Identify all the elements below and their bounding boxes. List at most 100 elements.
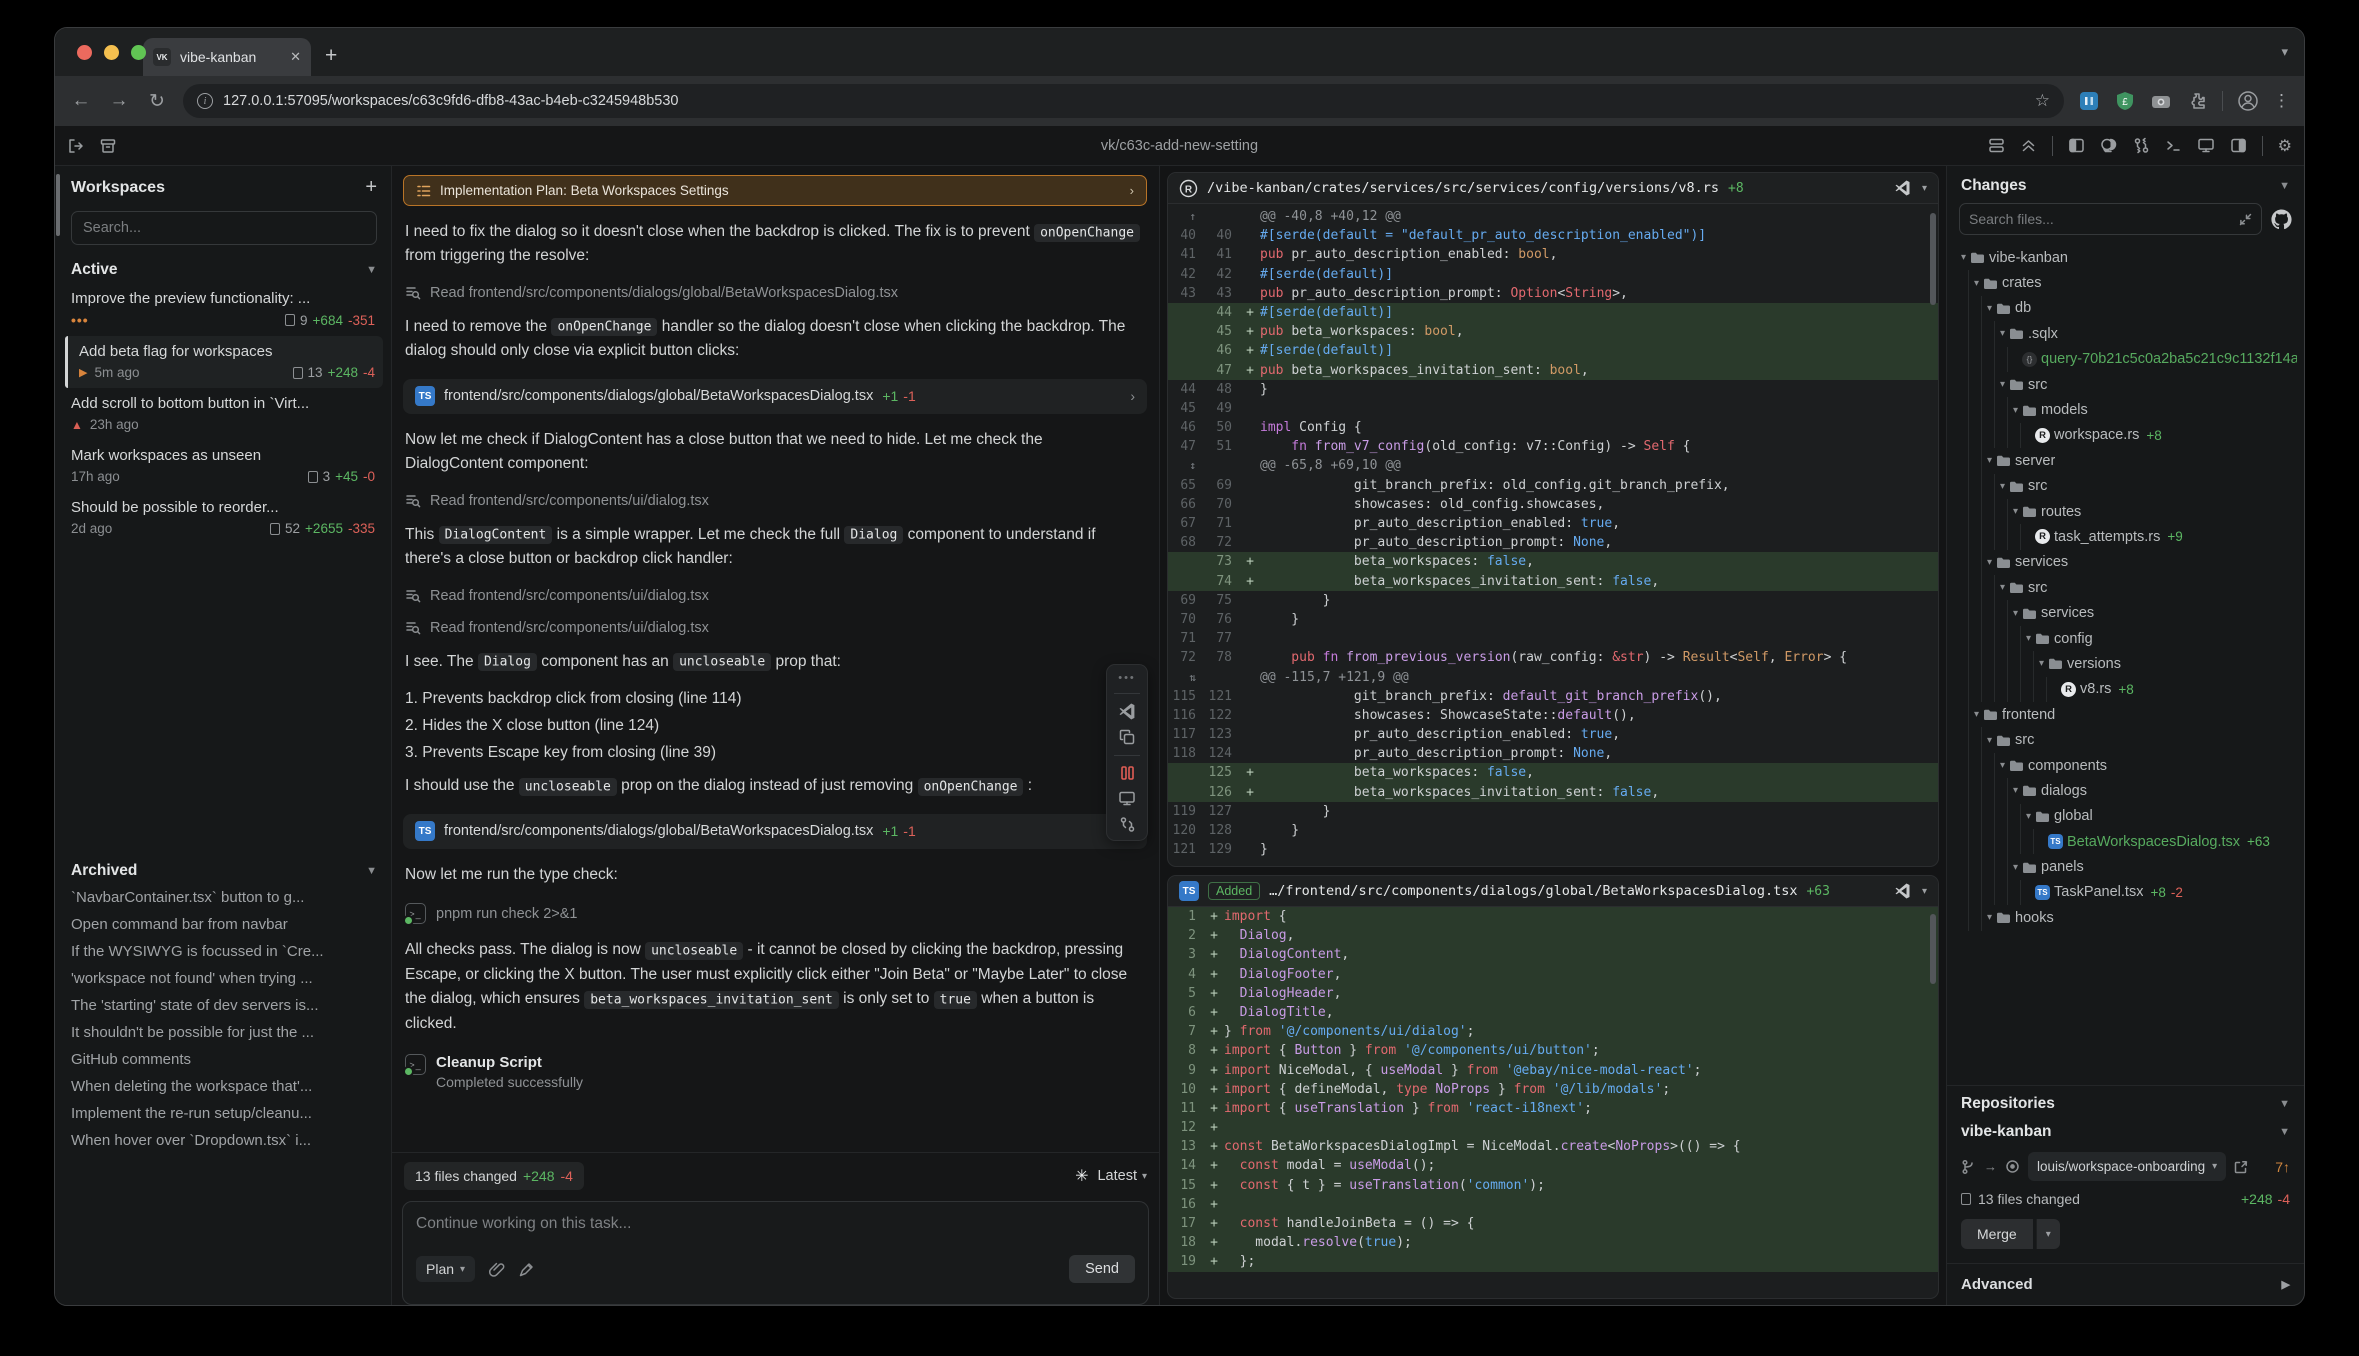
minimize-window-button[interactable]	[104, 45, 119, 60]
vscode-icon[interactable]	[1119, 703, 1136, 720]
vscode-icon[interactable]	[1895, 180, 1911, 196]
archived-item[interactable]: `NavbarContainer.tsx` button to g...	[71, 884, 377, 911]
tree-folder[interactable]: ▾ dialogs	[1947, 778, 2304, 804]
diff-header[interactable]: TS Added …/frontend/src/components/dialo…	[1168, 876, 1938, 907]
tree-folder[interactable]: ▾ src	[1947, 575, 2304, 601]
file-change-card[interactable]: TS frontend/src/components/dialogs/globa…	[403, 378, 1147, 414]
changes-collapse-icon[interactable]: ▼	[2279, 180, 2290, 192]
bookmark-star-icon[interactable]: ☆	[2035, 91, 2050, 111]
file-change-card[interactable]: TS frontend/src/components/dialogs/globa…	[403, 813, 1147, 849]
vscode-icon[interactable]	[1895, 883, 1911, 899]
pen-icon[interactable]	[518, 1261, 535, 1278]
tree-folder[interactable]: ▾ components	[1947, 752, 2304, 779]
tree-folder[interactable]: ▾ services	[1947, 549, 2304, 576]
workspace-item[interactable]: Improve the preview functionality: ... ••…	[65, 283, 383, 336]
archived-item[interactable]: If the WYSIWYG is focussed in `Cre...	[71, 938, 377, 965]
site-info-icon[interactable]: i	[197, 93, 213, 109]
archive-box-icon[interactable]	[99, 137, 117, 155]
tree-folder[interactable]: ▾ services	[1947, 600, 2304, 626]
extensions-puzzle-icon[interactable]	[2186, 90, 2208, 112]
collapse-arrows-icon[interactable]	[2239, 213, 2252, 226]
message-input[interactable]	[416, 1215, 1135, 1233]
tree-folder[interactable]: ▾ versions	[1947, 651, 2304, 677]
diff-line[interactable]: 72 78 pub fn from_previous_version(raw_co…	[1168, 648, 1938, 667]
diff-lines-v8[interactable]: ↑ @@ -40,8 +40,12 @@ 40 40 #[serde(default =…	[1168, 204, 1938, 859]
diff-line[interactable]: 15 + const { t } = useTranslation('common…	[1168, 1175, 1938, 1195]
exit-fullscreen-icon[interactable]	[67, 137, 85, 155]
mode-selector[interactable]: Plan ▾	[416, 1256, 476, 1282]
read-file-row[interactable]: Read frontend/src/components/dialogs/glo…	[405, 285, 1145, 301]
file-search-box[interactable]	[1959, 203, 2262, 235]
diff-line[interactable]: 4 + DialogFooter,	[1168, 964, 1938, 984]
panel-right-icon[interactable]	[2230, 137, 2247, 154]
tree-folder[interactable]: ▾ routes	[1947, 498, 2304, 525]
copy-icon[interactable]	[1119, 729, 1136, 746]
diff-lines-dialog[interactable]: 1 + import {2 + Dialog, 3 + DialogContent, 4 + …	[1168, 907, 1938, 1272]
files-changed-chip[interactable]: 13 files changed +248 -4	[404, 1162, 584, 1190]
diff-line[interactable]: 126 + beta_workspaces_invitation_sent: fa…	[1168, 782, 1938, 802]
diff-hunk-header[interactable]: ⇅ @@ -115,7 +121,9 @@	[1168, 668, 1938, 687]
reload-icon[interactable]: ↻	[145, 90, 169, 113]
archived-item[interactable]: The 'starting' state of dev servers is..…	[71, 992, 377, 1019]
read-file-row[interactable]: Read frontend/src/components/ui/dialog.t…	[405, 620, 1145, 636]
diff-line[interactable]: 11 + import { useTranslation } from 'react…	[1168, 1098, 1938, 1119]
diff-line[interactable]: 44 + #[serde(default)]	[1168, 302, 1938, 323]
tree-file[interactable]: TS TaskPanel.tsx +8 -2	[1947, 879, 2304, 906]
read-file-row[interactable]: Read frontend/src/components/ui/dialog.t…	[405, 588, 1145, 604]
git-compare-icon[interactable]	[1119, 816, 1136, 833]
extension-blue-icon[interactable]	[2078, 90, 2100, 112]
tree-folder[interactable]: ▾ panels	[1947, 854, 2304, 880]
diff-line[interactable]: 125 + beta_workspaces: false,	[1168, 763, 1938, 783]
diff-line[interactable]: 121 129}	[1168, 840, 1938, 859]
tree-folder[interactable]: ▾ src	[1947, 727, 2304, 753]
archived-item[interactable]: 'workspace not found' when trying ...	[71, 965, 377, 992]
tree-folder[interactable]: ▾ src	[1947, 473, 2304, 499]
merge-options-button[interactable]: ▾	[2035, 1219, 2060, 1249]
implementation-plan-banner[interactable]: Implementation Plan: Beta Workspaces Set…	[403, 175, 1147, 206]
tree-file[interactable]: {}query-70b21c5c0a2ba5c21c9c1132f14a68..…	[1947, 346, 2304, 372]
diff-line[interactable]: 69 75 }	[1168, 591, 1938, 610]
diff-hunk-header[interactable]: ↕ @@ -65,8 +69,10 @@	[1168, 456, 1938, 475]
diff-line[interactable]: 41 41 pub pr_auto_description_enabled: boo…	[1168, 245, 1938, 264]
diff-line[interactable]: 73 + beta_workspaces: false,	[1168, 552, 1938, 572]
diff-line[interactable]: 10 + import { defineModal, type NoProps } …	[1168, 1079, 1938, 1099]
diff-line[interactable]: 116 122 showcases: ShowcaseState::default…	[1168, 706, 1938, 725]
diff-line[interactable]: 67 71 pr_auto_description_enabled: true,	[1168, 514, 1938, 533]
tree-folder[interactable]: ▾ db	[1947, 295, 2304, 322]
tree-folder[interactable]: ▾ models	[1947, 397, 2304, 423]
diff-line[interactable]: 9 + import NiceModal, { useModal } from '@…	[1168, 1060, 1938, 1080]
pause-icon[interactable]	[1120, 765, 1135, 781]
diff-line[interactable]: 47 51 fn from_v7_config(old_config: v7::C…	[1168, 437, 1938, 456]
profile-avatar-icon[interactable]	[2237, 90, 2259, 112]
sidebar-scrollbar[interactable]	[56, 174, 60, 236]
diff-line[interactable]: 47 + pub beta_workspaces_invitation_sent: …	[1168, 360, 1938, 380]
monitor-icon[interactable]	[2197, 137, 2215, 154]
workspace-item[interactable]: Mark workspaces as unseen 17h ago 3 +45 -0	[65, 440, 383, 492]
extension-camera-icon[interactable]	[2150, 90, 2172, 112]
active-collapse-icon[interactable]: ▼	[366, 264, 377, 276]
diff-line[interactable]: 2 + Dialog,	[1168, 926, 1938, 946]
diff-line[interactable]: 74 + beta_workspaces_invitation_sent: fal…	[1168, 571, 1938, 591]
terminal-command-row[interactable]: >_ pnpm run check 2>&1	[403, 903, 1145, 927]
tree-file[interactable]: Rtask_attempts.rs +9	[1947, 524, 2304, 550]
diff-line[interactable]: 70 76 }	[1168, 610, 1938, 629]
drag-handle-icon[interactable]: •••	[1118, 672, 1136, 684]
spark-icon[interactable]: ✳	[1075, 1166, 1088, 1186]
diff-scrollbar[interactable]	[1930, 914, 1936, 984]
panel-left-icon[interactable]	[2068, 137, 2085, 154]
tree-folder[interactable]: ▾ .sqlx	[1947, 321, 2304, 347]
diff-line[interactable]: 119 127 }	[1168, 802, 1938, 821]
tree-folder[interactable]: ▾ global	[1947, 803, 2304, 829]
forward-icon[interactable]: →	[107, 90, 131, 112]
send-button[interactable]: Send	[1069, 1255, 1135, 1283]
tree-folder[interactable]: ▾ frontend	[1947, 702, 2304, 728]
archived-item[interactable]: Open command bar from navbar	[71, 911, 377, 938]
diff-line[interactable]: 17 + const handleJoinBeta = () => {	[1168, 1214, 1938, 1234]
diff-line[interactable]: 46 + #[serde(default)]	[1168, 341, 1938, 361]
workspace-item[interactable]: Add beta flag for workspaces ▶ 5m ago 13 +24…	[65, 336, 383, 388]
diff-line[interactable]: 68 72 pr_auto_description_prompt: None,	[1168, 533, 1938, 552]
back-icon[interactable]: ←	[69, 90, 93, 112]
theme-shapes-icon[interactable]	[2100, 137, 2118, 154]
diff-line[interactable]: 115 121 git_branch_prefix: default_git_br…	[1168, 687, 1938, 706]
merge-button[interactable]: Merge	[1961, 1219, 2033, 1249]
